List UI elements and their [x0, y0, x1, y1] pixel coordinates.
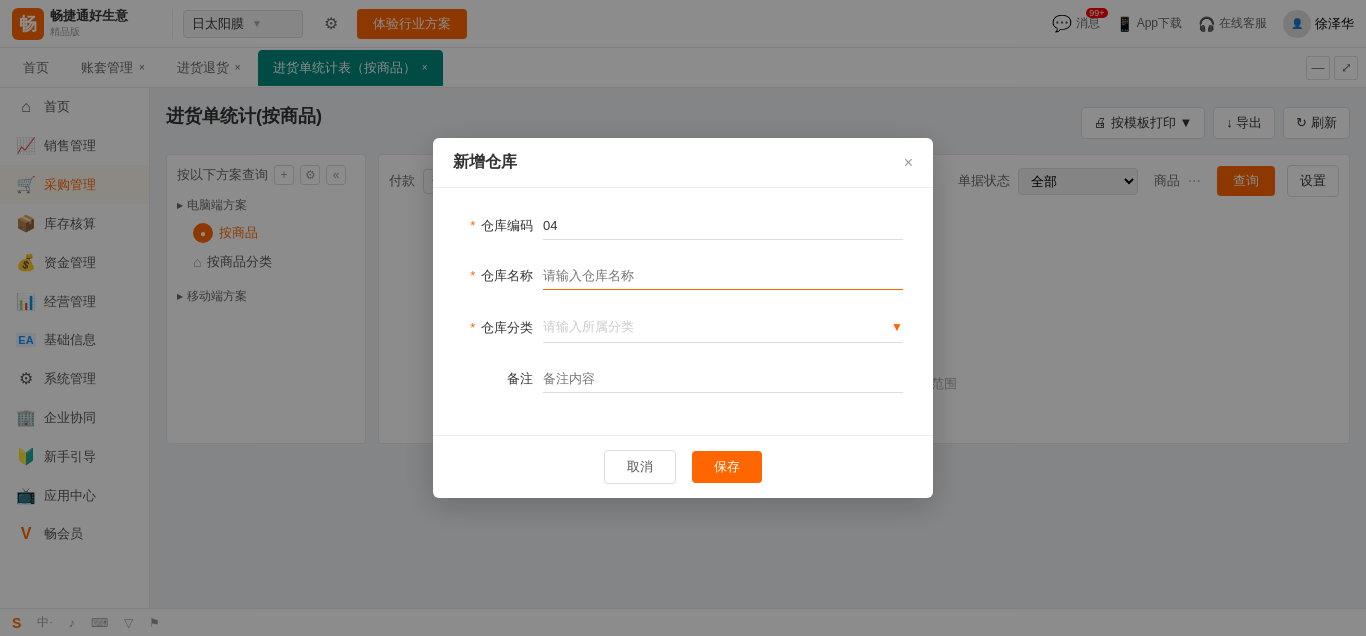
name-required: * — [470, 268, 475, 283]
note-input[interactable] — [543, 365, 903, 393]
modal-title: 新增仓库 — [453, 152, 517, 173]
save-btn[interactable]: 保存 — [692, 451, 762, 483]
note-label: 备注 — [463, 370, 543, 388]
form-row-category: * 仓库分类 请输入所属分类 ▼ — [463, 312, 903, 343]
form-row-code: * 仓库编码 — [463, 212, 903, 240]
code-label: * 仓库编码 — [463, 217, 543, 235]
category-arrow-icon: ▼ — [891, 320, 903, 334]
modal-body: * 仓库编码 * 仓库名称 * 仓库分类 请输入所属 — [433, 188, 933, 435]
category-placeholder: 请输入所属分类 — [543, 318, 634, 336]
name-label-text: 仓库名称 — [481, 268, 533, 283]
category-label-text: 仓库分类 — [481, 320, 533, 335]
cancel-btn[interactable]: 取消 — [604, 450, 676, 484]
modal-header: 新增仓库 × — [433, 138, 933, 188]
category-label: * 仓库分类 — [463, 319, 543, 337]
modal-overlay[interactable]: 新增仓库 × * 仓库编码 * 仓库名称 — [0, 0, 1366, 636]
name-label: * 仓库名称 — [463, 267, 543, 285]
form-row-note: 备注 — [463, 365, 903, 393]
category-required: * — [470, 320, 475, 335]
modal-close-btn[interactable]: × — [904, 154, 913, 172]
code-required: * — [470, 218, 475, 233]
form-row-name: * 仓库名称 — [463, 262, 903, 290]
code-input[interactable] — [543, 212, 903, 240]
new-warehouse-modal: 新增仓库 × * 仓库编码 * 仓库名称 — [433, 138, 933, 498]
code-label-text: 仓库编码 — [481, 218, 533, 233]
modal-footer: 取消 保存 — [433, 435, 933, 498]
category-select[interactable]: 请输入所属分类 ▼ — [543, 312, 903, 343]
note-label-text: 备注 — [507, 371, 533, 386]
name-input[interactable] — [543, 262, 903, 290]
